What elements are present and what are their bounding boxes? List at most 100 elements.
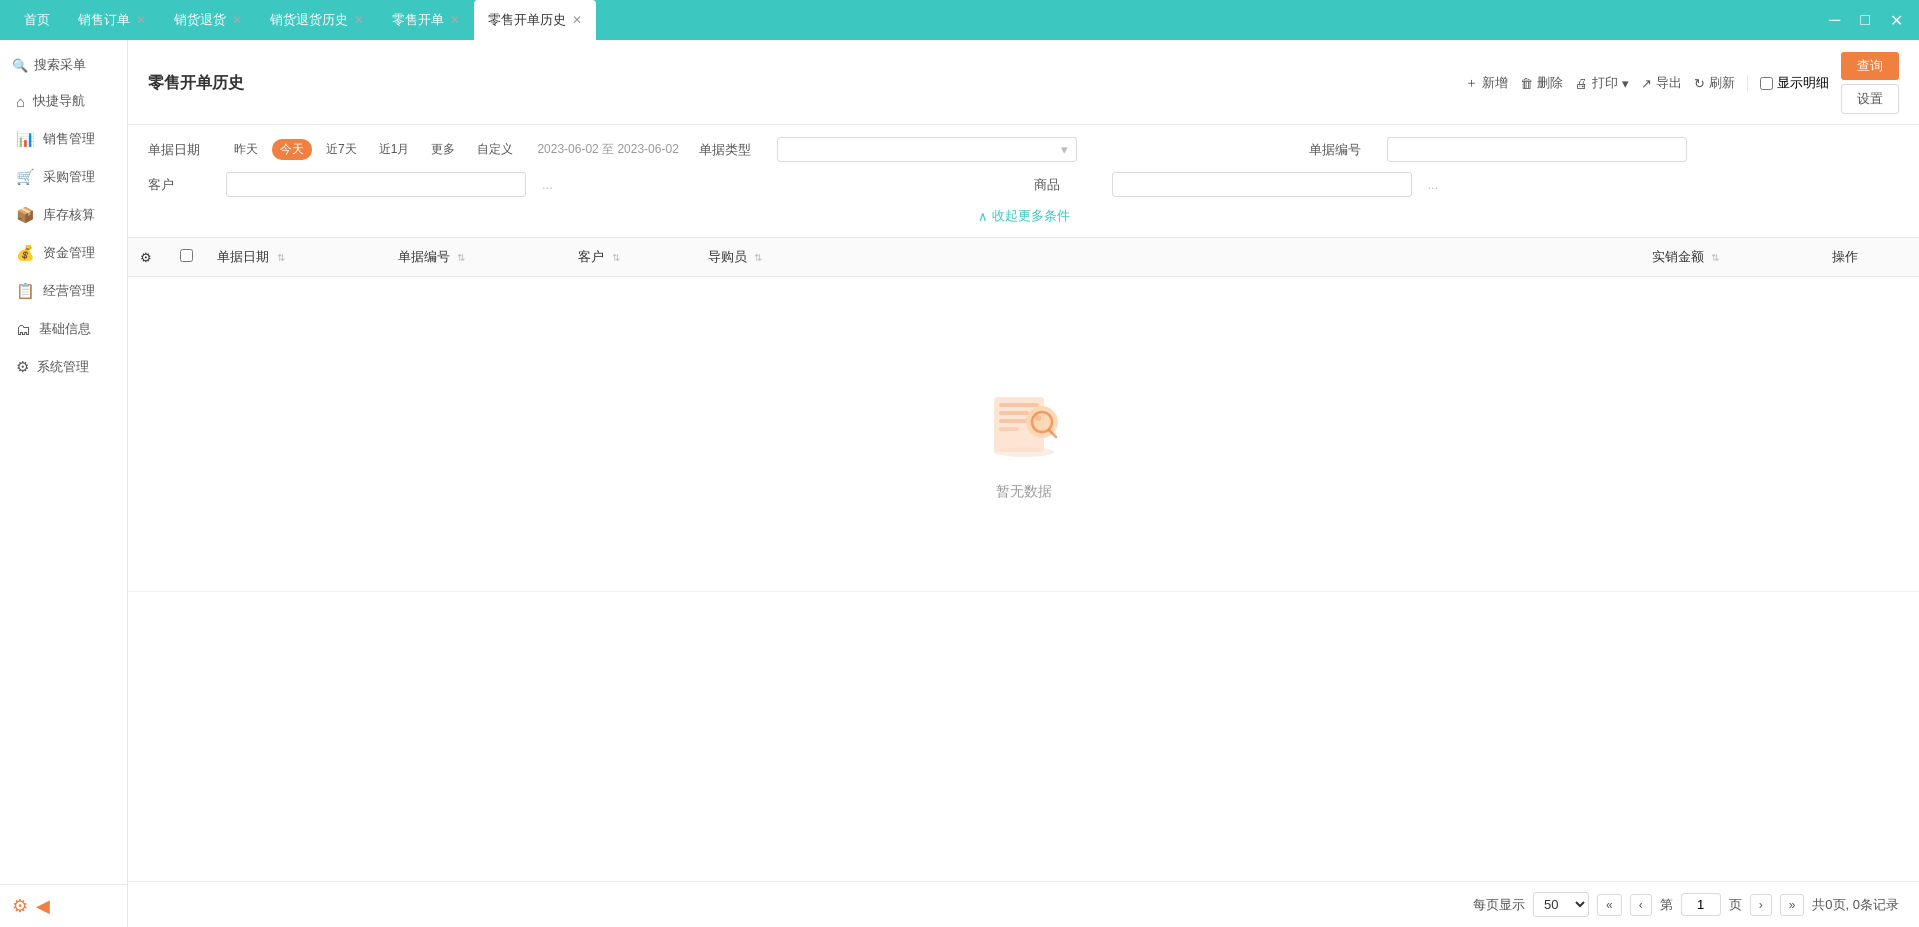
prev-page-btn[interactable]: ‹ [1630, 894, 1652, 916]
tab-return[interactable]: 销货退货 ✕ [160, 0, 256, 40]
collapse-sidebar-icon[interactable]: ◀ [36, 895, 50, 917]
page-size-select[interactable]: 50 100 200 [1533, 892, 1589, 917]
customer-input[interactable] [226, 172, 526, 197]
inventory-icon: 📦 [16, 206, 35, 224]
close-tab-return[interactable]: ✕ [232, 13, 242, 27]
page-number-input[interactable] [1681, 893, 1721, 916]
th-amount[interactable]: 实销金额 ⇅ [1640, 238, 1821, 277]
th-date[interactable]: 单据日期 ⇅ [205, 238, 386, 277]
home-icon: ⌂ [16, 93, 25, 110]
th-amount-label: 实销金额 [1652, 249, 1704, 264]
display-detail-input[interactable] [1760, 77, 1773, 90]
add-button[interactable]: ＋ 新增 [1465, 74, 1508, 92]
date-7days[interactable]: 近7天 [318, 139, 365, 160]
business-icon: 📋 [16, 282, 35, 300]
sidebar-search[interactable]: 🔍 搜索采单 [0, 48, 127, 82]
collapse-row[interactable]: ∧ 收起更多条件 [148, 207, 1899, 225]
close-tab-sales-order[interactable]: ✕ [136, 13, 146, 27]
delete-button[interactable]: 🗑 删除 [1520, 74, 1563, 92]
page-label: 页 [1729, 896, 1742, 914]
last-page-btn[interactable]: » [1780, 894, 1805, 916]
page-label-pre: 第 [1660, 896, 1673, 914]
product-ellipsis[interactable]: ... [1428, 177, 1439, 192]
sort-customer-icon: ⇅ [612, 252, 620, 263]
close-btn[interactable]: ✕ [1884, 11, 1909, 30]
close-tab-return-history[interactable]: ✕ [354, 13, 364, 27]
number-label: 单据编号 [1309, 141, 1379, 159]
filter-col-product: 商品 ... [1034, 172, 1900, 197]
tab-return-history[interactable]: 销货退货历史 ✕ [256, 0, 378, 40]
sidebar-item-basic-info[interactable]: 🗂 基础信息 [0, 310, 127, 348]
sidebar-item-quick-nav[interactable]: ⌂ 快捷导航 [0, 82, 127, 120]
refresh-button[interactable]: ↻ 刷新 [1694, 74, 1735, 92]
th-salesperson-label: 导购员 [708, 249, 747, 264]
collapse-label: 收起更多条件 [992, 207, 1070, 225]
tab-home[interactable]: 首页 [10, 0, 64, 40]
display-detail-checkbox[interactable]: 显示明细 [1760, 74, 1829, 92]
empty-illustration [974, 367, 1074, 467]
refresh-icon: ↻ [1694, 76, 1705, 91]
product-input[interactable] [1112, 172, 1412, 197]
print-button[interactable]: 🖨 打印 ▾ [1575, 74, 1629, 92]
customer-ellipsis[interactable]: ... [542, 177, 553, 192]
sidebar-item-business[interactable]: 📋 经营管理 [0, 272, 127, 310]
th-action: 操作 [1820, 238, 1919, 277]
svg-rect-5 [999, 427, 1019, 431]
query-button[interactable]: 查询 [1841, 52, 1899, 80]
tab-retail-open[interactable]: 零售开单 ✕ [378, 0, 474, 40]
th-customer[interactable]: 客户 ⇅ [566, 238, 695, 277]
sidebar-item-system[interactable]: ⚙ 系统管理 [0, 348, 127, 386]
sidebar-item-label: 系统管理 [37, 358, 89, 376]
date-today[interactable]: 今天 [272, 139, 312, 160]
basic-info-icon: 🗂 [16, 321, 31, 338]
sidebar-item-inventory[interactable]: 📦 库存核算 [0, 196, 127, 234]
first-page-btn[interactable]: « [1597, 894, 1622, 916]
filter-col-date: 单据日期 昨天 今天 近7天 近1月 更多 自定义 2023-06-02 至 2… [148, 139, 679, 160]
sidebar-item-purchase[interactable]: 🛒 采购管理 [0, 158, 127, 196]
sidebar-item-label: 快捷导航 [33, 92, 85, 110]
main-layout: 🔍 搜索采单 ⌂ 快捷导航 📊 销售管理 🛒 采购管理 📦 库存核算 💰 资金管… [0, 40, 1919, 927]
per-page-label: 每页显示 [1473, 896, 1525, 914]
settings-bottom-icon[interactable]: ⚙ [12, 895, 28, 917]
close-tab-retail-history[interactable]: ✕ [572, 13, 582, 27]
number-input[interactable] [1387, 137, 1687, 162]
date-btn-group: 昨天 今天 近7天 近1月 更多 自定义 [226, 139, 521, 160]
date-more[interactable]: 更多 [423, 139, 463, 160]
select-all-checkbox[interactable] [180, 249, 193, 262]
sidebar-item-sales[interactable]: 📊 销售管理 [0, 120, 127, 158]
settings-button[interactable]: 设置 [1841, 84, 1899, 114]
type-select[interactable]: ▾ [777, 137, 1077, 162]
th-gear[interactable]: ⚙ [128, 238, 168, 277]
minimize-btn[interactable]: ─ [1823, 11, 1846, 29]
finance-icon: 💰 [16, 244, 35, 262]
th-number[interactable]: 单据编号 ⇅ [386, 238, 567, 277]
th-date-label: 单据日期 [217, 249, 269, 264]
date-label: 单据日期 [148, 141, 218, 159]
date-1month[interactable]: 近1月 [371, 139, 418, 160]
export-button[interactable]: ↗ 导出 [1641, 74, 1682, 92]
date-custom[interactable]: 自定义 [469, 139, 521, 160]
next-page-btn[interactable]: › [1750, 894, 1772, 916]
date-range-display: 2023-06-02 至 2023-06-02 [537, 141, 678, 158]
th-spacer [851, 238, 1640, 277]
date-yesterday[interactable]: 昨天 [226, 139, 266, 160]
tab-retail-history[interactable]: 零售开单历史 ✕ [474, 0, 596, 40]
sidebar-bottom: ⚙ ◀ [0, 884, 127, 927]
gear-icon: ⚙ [140, 250, 152, 265]
customer-label: 客户 [148, 176, 218, 194]
th-action-label: 操作 [1832, 249, 1858, 264]
tab-sales-order[interactable]: 销售订单 ✕ [64, 0, 160, 40]
maximize-btn[interactable]: □ [1854, 11, 1876, 29]
sidebar-item-label: 基础信息 [39, 320, 91, 338]
close-tab-retail-open[interactable]: ✕ [450, 13, 460, 27]
product-label: 商品 [1034, 176, 1104, 194]
sidebar-search-label: 搜索采单 [34, 56, 86, 74]
th-check[interactable] [168, 238, 205, 277]
svg-rect-2 [999, 403, 1039, 407]
sidebar-item-finance[interactable]: 💰 资金管理 [0, 234, 127, 272]
sort-amount-icon: ⇅ [1711, 252, 1719, 263]
table-container: ⚙ 单据日期 ⇅ 单据编号 ⇅ [128, 238, 1919, 881]
table-header: ⚙ 单据日期 ⇅ 单据编号 ⇅ [128, 238, 1919, 277]
th-salesperson[interactable]: 导购员 ⇅ [696, 238, 851, 277]
sidebar: 🔍 搜索采单 ⌂ 快捷导航 📊 销售管理 🛒 采购管理 📦 库存核算 💰 资金管… [0, 40, 128, 927]
